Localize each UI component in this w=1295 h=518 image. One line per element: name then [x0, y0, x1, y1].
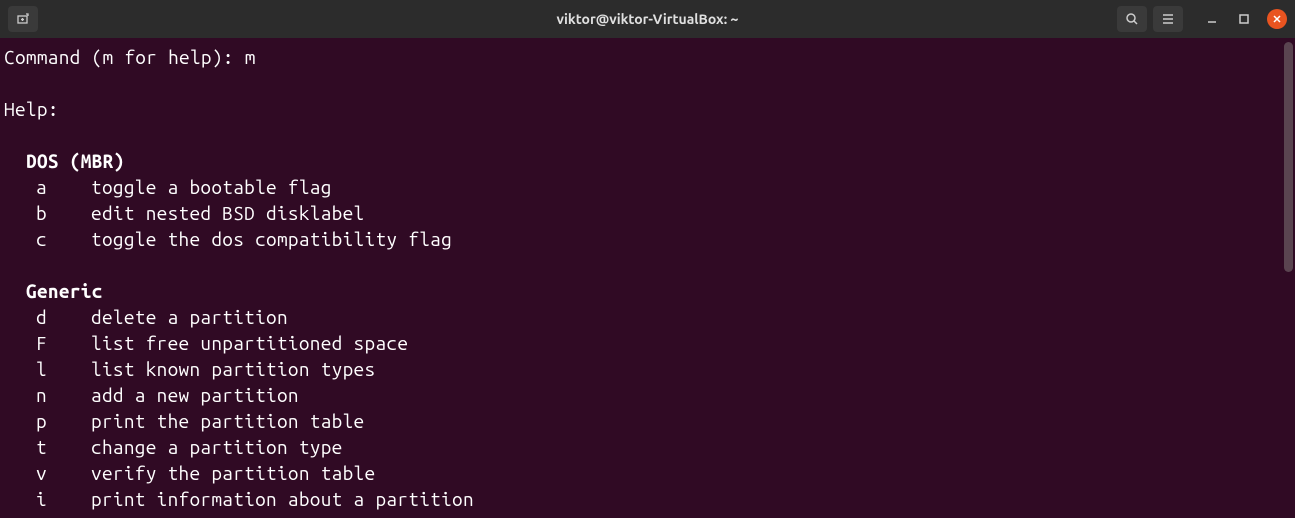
command-line: nadd a new partition	[4, 382, 1291, 408]
command-key: t	[36, 434, 91, 460]
scrollbar[interactable]	[1284, 42, 1293, 272]
command-desc: list free unpartitioned space	[91, 332, 408, 354]
help-header: Help:	[4, 96, 1291, 122]
command-line: tchange a partition type	[4, 434, 1291, 460]
titlebar-left	[8, 6, 38, 32]
search-button[interactable]	[1117, 6, 1147, 32]
section-title: Generic	[4, 278, 1291, 304]
prompt-input: m	[245, 46, 256, 68]
command-line: bedit nested BSD disklabel	[4, 200, 1291, 226]
blank-line	[4, 70, 1291, 96]
command-key: F	[36, 330, 91, 356]
command-key: b	[36, 200, 91, 226]
command-key: n	[36, 382, 91, 408]
prompt-prefix: Command (m for help):	[4, 46, 245, 68]
close-button[interactable]	[1267, 9, 1287, 29]
command-line: ctoggle the dos compatibility flag	[4, 226, 1291, 252]
command-desc: verify the partition table	[91, 462, 375, 484]
maximize-icon	[1238, 13, 1250, 25]
command-desc: change a partition type	[91, 436, 343, 458]
blank-line	[4, 252, 1291, 278]
command-key: v	[36, 460, 91, 486]
close-icon	[1272, 14, 1282, 24]
minimize-icon	[1206, 13, 1218, 25]
command-desc: print the partition table	[91, 410, 365, 432]
command-key: l	[36, 356, 91, 382]
search-icon	[1124, 11, 1140, 27]
command-desc: edit nested BSD disklabel	[91, 202, 365, 224]
command-line: llist known partition types	[4, 356, 1291, 382]
command-line: ddelete a partition	[4, 304, 1291, 330]
command-desc: delete a partition	[91, 306, 288, 328]
new-tab-icon	[15, 11, 31, 27]
command-line: atoggle a bootable flag	[4, 174, 1291, 200]
section-title: DOS (MBR)	[4, 148, 1291, 174]
blank-line	[4, 122, 1291, 148]
maximize-button[interactable]	[1235, 10, 1253, 28]
titlebar-right	[1117, 6, 1287, 32]
command-key: a	[36, 174, 91, 200]
menu-button[interactable]	[1153, 6, 1183, 32]
command-line: vverify the partition table	[4, 460, 1291, 486]
window-title: viktor@viktor-VirtualBox: ~	[557, 11, 739, 27]
command-desc: add a new partition	[91, 384, 299, 406]
prompt-line: Command (m for help): m	[4, 44, 1291, 70]
command-line: iprint information about a partition	[4, 486, 1291, 512]
command-desc: toggle a bootable flag	[91, 176, 332, 198]
hamburger-icon	[1160, 11, 1176, 27]
command-line: Flist free unpartitioned space	[4, 330, 1291, 356]
minimize-button[interactable]	[1203, 10, 1221, 28]
command-desc: list known partition types	[91, 358, 375, 380]
window-controls	[1203, 9, 1287, 29]
command-key: c	[36, 226, 91, 252]
titlebar: viktor@viktor-VirtualBox: ~	[0, 0, 1295, 38]
command-key: i	[36, 486, 91, 512]
command-key: d	[36, 304, 91, 330]
command-desc: print information about a partition	[91, 488, 474, 510]
command-key: p	[36, 408, 91, 434]
new-tab-button[interactable]	[8, 6, 38, 32]
command-desc: toggle the dos compatibility flag	[91, 228, 452, 250]
command-line: pprint the partition table	[4, 408, 1291, 434]
terminal-output[interactable]: Command (m for help): m Help: DOS (MBR) …	[0, 38, 1295, 518]
